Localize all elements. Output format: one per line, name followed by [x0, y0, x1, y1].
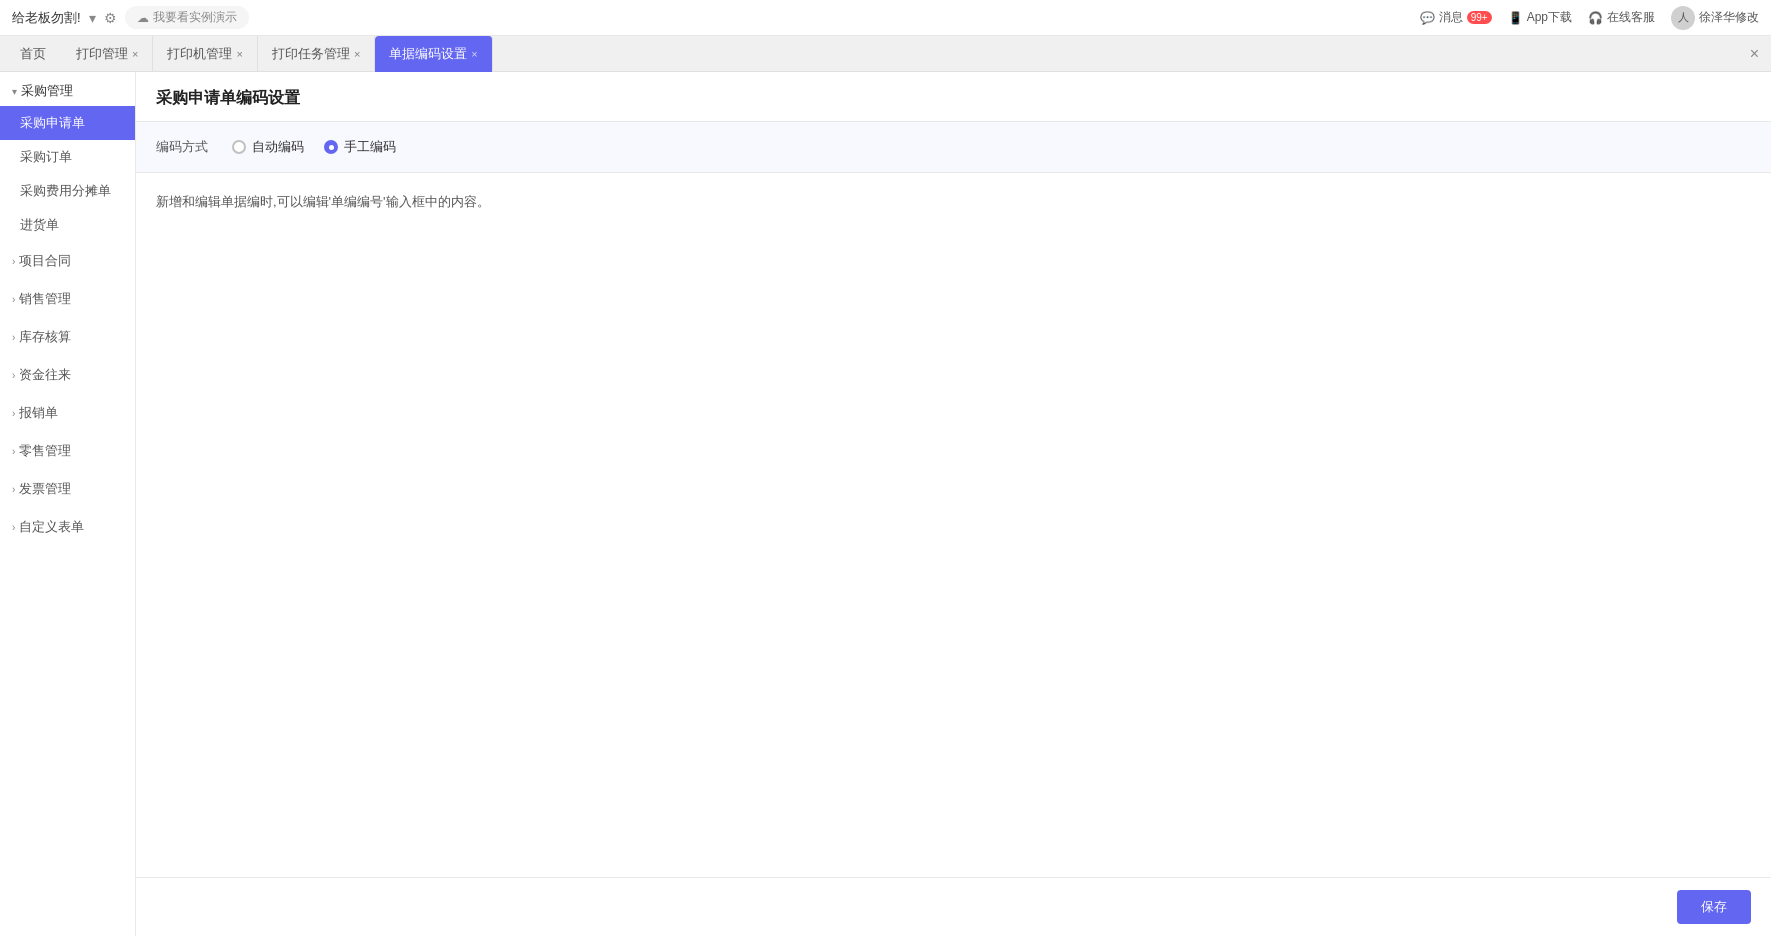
tab-printer-mgmt-close[interactable]: × [236, 48, 242, 60]
retail-mgmt-arrow: › [12, 446, 15, 457]
project-contract-label: 项目合同 [19, 252, 71, 270]
sidebar-group-retail-mgmt[interactable]: › 零售管理 [0, 432, 135, 470]
content-footer: 保存 [136, 877, 1771, 936]
project-contract-arrow: › [12, 256, 15, 267]
top-bar: 给老板勿割! ▾ ⚙ ☁ 我要看实例演示 💬 消息 99+ 📱 App下载 🎧 … [0, 0, 1771, 36]
tab-single-code-setting[interactable]: 单据编码设置 × [375, 36, 492, 72]
main-layout: ▾ 采购管理 采购申请单 采购订单 采购费用分摊单 进货单 › 项目合同 › 销… [0, 72, 1771, 936]
sidebar: ▾ 采购管理 采购申请单 采购订单 采购费用分摊单 进货单 › 项目合同 › 销… [0, 72, 136, 936]
radio-auto-code-circle [232, 140, 246, 154]
online-service-label: 在线客服 [1607, 9, 1655, 26]
message-icon: 💬 [1420, 11, 1435, 25]
sidebar-item-inbound[interactable]: 进货单 [0, 208, 135, 242]
global-search[interactable]: ☁ 我要看实例演示 [125, 6, 249, 29]
tab-printer-mgmt-label: 打印机管理 [167, 45, 232, 63]
save-button[interactable]: 保存 [1677, 890, 1751, 924]
custom-forms-label: 自定义表单 [19, 518, 84, 536]
dropdown-icon[interactable]: ▾ [89, 10, 96, 26]
app-download-button[interactable]: 📱 App下载 [1508, 9, 1572, 26]
hint-text: 新增和编辑单据编时,可以编辑'单编编号'输入框中的内容。 [156, 194, 490, 209]
invoice-mgmt-label: 发票管理 [19, 480, 71, 498]
app-icon: 📱 [1508, 11, 1523, 25]
sidebar-group-custom-forms[interactable]: › 自定义表单 [0, 508, 135, 546]
page-title: 采购申请单编码设置 [156, 89, 300, 106]
message-button[interactable]: 💬 消息 99+ [1420, 9, 1492, 26]
sidebar-group-sales-mgmt[interactable]: › 销售管理 [0, 280, 135, 318]
sidebar-group-inventory[interactable]: › 库存核算 [0, 318, 135, 356]
content-header: 采购申请单编码设置 [136, 72, 1771, 122]
tab-print-mgmt[interactable]: 打印管理 × [62, 36, 153, 72]
top-bar-right: 💬 消息 99+ 📱 App下载 🎧 在线客服 人 徐泽华修改 [1420, 6, 1759, 30]
message-badge: 99+ [1467, 11, 1492, 24]
tab-print-task-mgmt-close[interactable]: × [354, 48, 360, 60]
app-download-label: App下载 [1527, 9, 1572, 26]
tab-single-code-setting-close[interactable]: × [471, 48, 477, 60]
invoice-mgmt-arrow: › [12, 484, 15, 495]
sidebar-item-purchase-expense[interactable]: 采购费用分摊单 [0, 174, 135, 208]
sales-mgmt-arrow: › [12, 294, 15, 305]
tab-single-code-setting-label: 单据编码设置 [389, 45, 467, 63]
tab-bar-close-all[interactable]: × [1742, 45, 1767, 63]
funds-arrow: › [12, 370, 15, 381]
returns-arrow: › [12, 408, 15, 419]
purchase-mgmt-label: 采购管理 [21, 82, 73, 100]
brand-name: 给老板勿割! [12, 9, 81, 27]
sidebar-group-returns[interactable]: › 报销单 [0, 394, 135, 432]
sidebar-group-invoice-mgmt[interactable]: › 发票管理 [0, 470, 135, 508]
tab-bar: 首页 打印管理 × 打印机管理 × 打印任务管理 × 单据编码设置 × × [0, 36, 1771, 72]
sidebar-group-project-contract[interactable]: › 项目合同 [0, 242, 135, 280]
sidebar-item-purchase-request[interactable]: 采购申请单 [0, 106, 135, 140]
custom-forms-arrow: › [12, 522, 15, 533]
search-placeholder-text: 我要看实例演示 [153, 9, 237, 26]
tab-print-task-mgmt[interactable]: 打印任务管理 × [258, 36, 375, 72]
top-bar-left: 给老板勿割! ▾ ⚙ ☁ 我要看实例演示 [12, 6, 249, 29]
sidebar-item-purchase-order[interactable]: 采购订单 [0, 140, 135, 174]
tab-print-task-mgmt-label: 打印任务管理 [272, 45, 350, 63]
purchase-mgmt-arrow: ▾ [12, 86, 17, 97]
auto-code-label: 自动编码 [252, 138, 304, 156]
sales-mgmt-label: 销售管理 [19, 290, 71, 308]
tab-home-label: 首页 [20, 45, 46, 63]
radio-group: 自动编码 手工编码 [232, 138, 396, 156]
online-service-button[interactable]: 🎧 在线客服 [1588, 9, 1655, 26]
encoding-section: 编码方式 自动编码 手工编码 [136, 122, 1771, 173]
sidebar-group-purchase-mgmt: ▾ 采购管理 采购申请单 采购订单 采购费用分摊单 进货单 [0, 72, 135, 242]
inventory-label: 库存核算 [19, 328, 71, 346]
radio-manual-code-circle [324, 140, 338, 154]
radio-auto-code[interactable]: 自动编码 [232, 138, 304, 156]
service-icon: 🎧 [1588, 11, 1603, 25]
radio-manual-code[interactable]: 手工编码 [324, 138, 396, 156]
content-area: 采购申请单编码设置 编码方式 自动编码 手工编码 新增和编辑单据编时,可以编辑'… [136, 72, 1771, 936]
settings-icon[interactable]: ⚙ [104, 10, 117, 26]
sidebar-item-purchase-expense-label: 采购费用分摊单 [20, 183, 111, 198]
tab-home[interactable]: 首页 [4, 36, 62, 72]
returns-label: 报销单 [19, 404, 58, 422]
sidebar-group-purchase-mgmt-title[interactable]: ▾ 采购管理 [0, 72, 135, 106]
user-name: 徐泽华修改 [1699, 9, 1759, 26]
sidebar-item-purchase-order-label: 采购订单 [20, 149, 72, 164]
retail-mgmt-label: 零售管理 [19, 442, 71, 460]
inventory-arrow: › [12, 332, 15, 343]
tab-printer-mgmt[interactable]: 打印机管理 × [153, 36, 257, 72]
sidebar-item-inbound-label: 进货单 [20, 217, 59, 232]
cloud-icon: ☁ [137, 11, 149, 25]
user-profile[interactable]: 人 徐泽华修改 [1671, 6, 1759, 30]
manual-code-label: 手工编码 [344, 138, 396, 156]
message-label: 消息 [1439, 9, 1463, 26]
tab-print-mgmt-label: 打印管理 [76, 45, 128, 63]
tab-print-mgmt-close[interactable]: × [132, 48, 138, 60]
sidebar-item-purchase-request-label: 采购申请单 [20, 115, 85, 130]
encoding-label: 编码方式 [156, 138, 208, 156]
funds-label: 资金往来 [19, 366, 71, 384]
sidebar-group-funds[interactable]: › 资金往来 [0, 356, 135, 394]
avatar: 人 [1671, 6, 1695, 30]
content-body: 新增和编辑单据编时,可以编辑'单编编号'输入框中的内容。 [136, 173, 1771, 877]
